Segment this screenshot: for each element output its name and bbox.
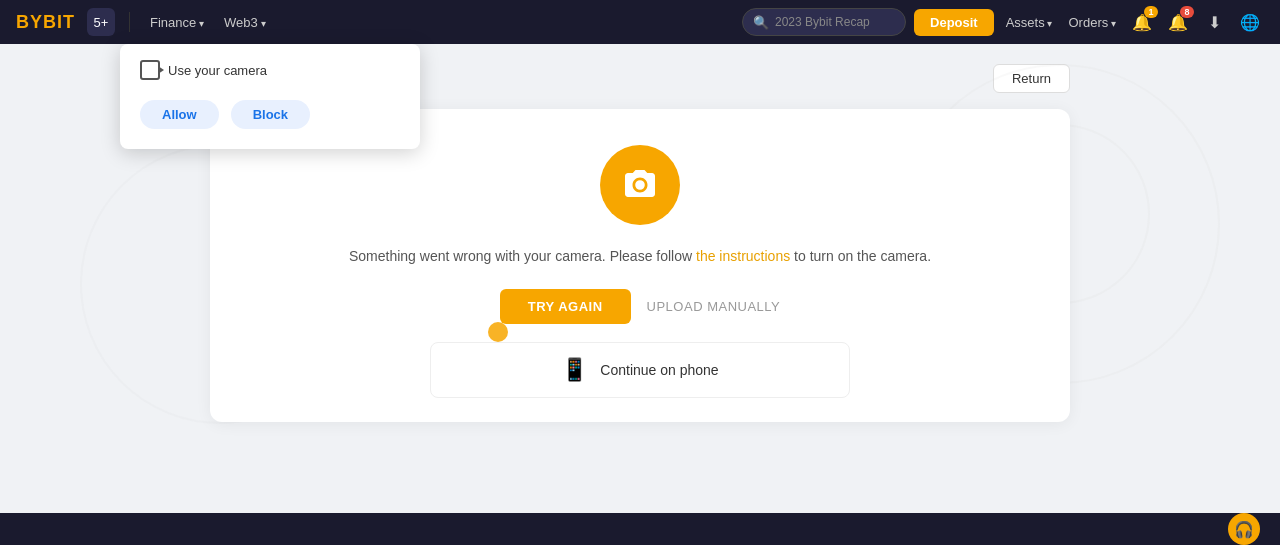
bottom-bar: 🎧 xyxy=(0,513,1280,545)
verification-card: Something went wrong with your camera. P… xyxy=(210,109,1070,422)
phone-icon: 📱 xyxy=(561,357,588,383)
return-button[interactable]: Return xyxy=(993,64,1070,93)
alert-badge: 8 xyxy=(1180,6,1194,18)
nav-divider xyxy=(129,12,130,32)
try-again-button[interactable]: TRY AGAIN xyxy=(500,289,631,324)
download-symbol: ⬇ xyxy=(1208,13,1221,32)
bybit-logo: BYBIT xyxy=(16,12,75,33)
globe-symbol: 🌐 xyxy=(1240,13,1260,32)
error-message: Something went wrong with your camera. P… xyxy=(349,245,931,267)
popup-buttons: Allow Block xyxy=(140,100,400,129)
nav-web3-link[interactable]: Web3 xyxy=(218,15,272,30)
error-text-before: Something went wrong with your camera. P… xyxy=(349,248,696,264)
alert-bell[interactable]: 🔔 8 xyxy=(1164,8,1192,36)
nav-assets-link[interactable]: Assets xyxy=(1002,15,1057,30)
block-button[interactable]: Block xyxy=(231,100,310,129)
popup-camera-label: Use your camera xyxy=(168,63,267,78)
camera-svg xyxy=(622,167,658,203)
allow-button[interactable]: Allow xyxy=(140,100,219,129)
loading-dot xyxy=(488,322,508,342)
nav-search-bar[interactable]: 🔍 xyxy=(742,8,906,36)
camera-small-icon xyxy=(140,60,160,80)
continue-on-phone-row[interactable]: 📱 Continue on phone xyxy=(430,342,850,398)
action-buttons-row: TRY AGAIN UPLOAD MANUALLY xyxy=(500,289,781,324)
globe-icon[interactable]: 🌐 xyxy=(1236,8,1264,36)
popup-header: Use your camera xyxy=(140,60,400,80)
notification-bell[interactable]: 🔔 1 xyxy=(1128,8,1156,36)
upload-manually-button[interactable]: UPLOAD MANUALLY xyxy=(647,299,781,314)
nav-extra-btn[interactable]: 5+ xyxy=(87,8,115,36)
nav-right-section: Deposit Assets Orders 🔔 1 🔔 8 ⬇ 🌐 xyxy=(914,8,1264,36)
instructions-link[interactable]: the instructions xyxy=(696,248,790,264)
continue-phone-text: Continue on phone xyxy=(600,362,718,378)
search-input[interactable] xyxy=(775,15,895,29)
notification-badge: 1 xyxy=(1144,6,1158,18)
deposit-button[interactable]: Deposit xyxy=(914,9,994,36)
support-button[interactable]: 🎧 xyxy=(1228,513,1260,545)
nav-orders-link[interactable]: Orders xyxy=(1064,15,1120,30)
nav-finance-link[interactable]: Finance xyxy=(144,15,210,30)
camera-error-icon xyxy=(600,145,680,225)
top-navigation: BYBIT 5+ Finance Web3 🔍 Deposit Assets O… xyxy=(0,0,1280,44)
search-icon: 🔍 xyxy=(753,15,769,30)
download-icon[interactable]: ⬇ xyxy=(1200,8,1228,36)
camera-permission-popup: Use your camera Allow Block xyxy=(120,44,420,149)
error-text-after: to turn on the camera. xyxy=(790,248,931,264)
